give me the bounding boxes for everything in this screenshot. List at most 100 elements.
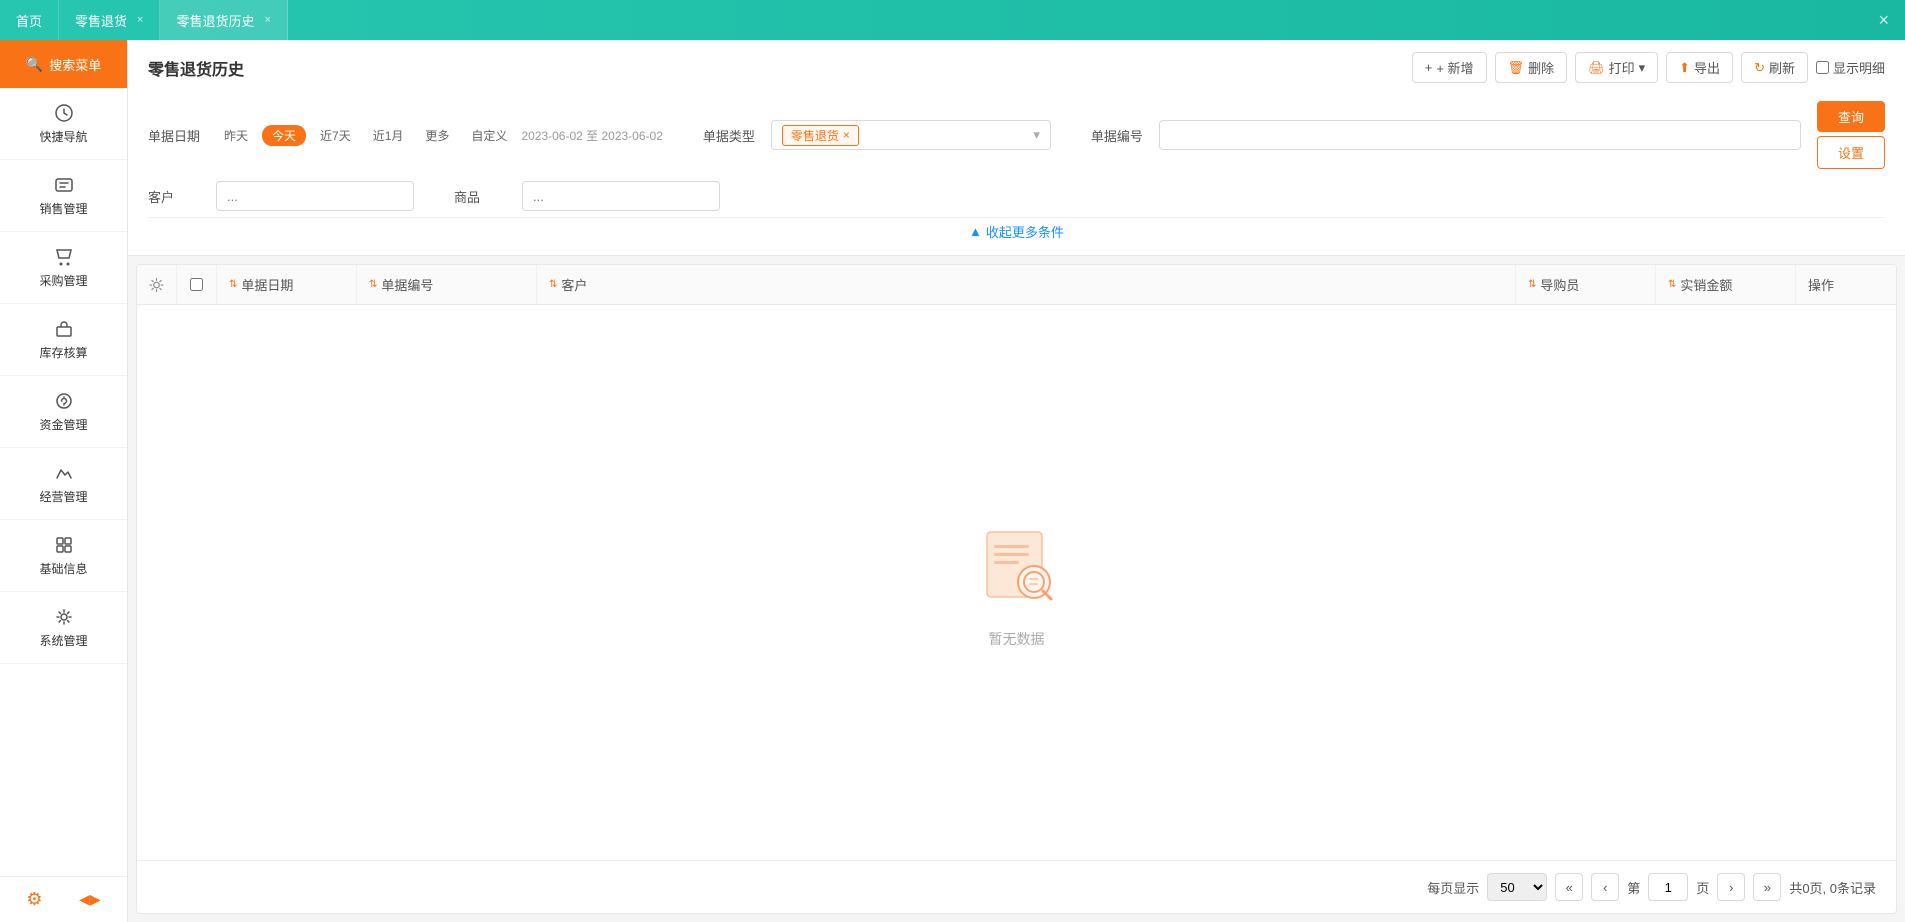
print-icon: 🖨 (1588, 60, 1605, 76)
inventory-icon (53, 318, 75, 340)
page-label-suffix: 页 (1696, 878, 1709, 897)
th-settings[interactable] (137, 265, 177, 304)
table-area: ⇅ 单据日期 ⇅ 单据编号 ⇅ 客户 ⇅ 导购员 ⇅ 实销金额 (136, 264, 1897, 914)
tab-retail-return[interactable]: 零售退货 × (59, 0, 160, 40)
display-detail-label: 显示明细 (1833, 58, 1885, 77)
prev-page-button[interactable]: ‹ (1591, 873, 1619, 901)
tab-retail-return-close[interactable]: × (137, 14, 143, 26)
filter-number-item: 单据编号 (1091, 120, 1801, 150)
th-number-label: 单据编号 (381, 275, 433, 294)
tab-home[interactable]: 首页 (0, 0, 59, 40)
customer-input[interactable] (216, 181, 414, 211)
date-btn-7days[interactable]: 近7天 (312, 125, 359, 146)
th-customer-label: 客户 (561, 275, 587, 294)
th-customer[interactable]: ⇅ 客户 (537, 265, 1516, 304)
total-info: 共0页, 0条记录 (1789, 878, 1876, 897)
filter-type-item: 单据类型 零售退货 × ▾ (703, 120, 1051, 150)
th-actions-label: 操作 (1808, 275, 1834, 294)
date-btn-today[interactable]: 今天 (262, 125, 306, 146)
display-detail-checkbox[interactable]: 显示明细 (1816, 58, 1885, 77)
main-layout: 🔍 搜索菜单 快捷导航 销售管理 采购管理 库存核算 (0, 40, 1905, 922)
page-label-prefix: 第 (1627, 878, 1640, 897)
sidebar-item-operations[interactable]: 经营管理 (0, 448, 127, 520)
sidebar-item-purchase[interactable]: 采购管理 (0, 232, 127, 304)
th-amount[interactable]: ⇅ 实销金额 (1656, 265, 1796, 304)
number-input[interactable] (1159, 120, 1801, 150)
collapse-arrow-icon: ▲ (969, 224, 982, 239)
th-guide-label: 导购员 (1540, 275, 1579, 294)
tab-retail-return-label: 零售退货 (75, 11, 127, 30)
sort-icon-guide: ⇅ (1528, 279, 1536, 290)
query-button[interactable]: 查询 (1817, 101, 1885, 132)
th-checkbox[interactable] (177, 265, 217, 304)
settings-gear-icon[interactable]: ⚙ (26, 889, 42, 910)
empty-state: 暂无数据 (137, 305, 1896, 860)
select-all-checkbox[interactable] (190, 278, 203, 291)
collapse-button[interactable]: ▲ 收起更多条件 (148, 217, 1885, 245)
new-icon: + (1425, 60, 1433, 75)
sidebar-toggle-icon[interactable]: ◀▶ (79, 891, 101, 908)
date-btn-custom[interactable]: 自定义 (463, 125, 515, 146)
sort-icon-amount: ⇅ (1668, 279, 1676, 290)
filter-customer-item: 客户 (148, 181, 414, 211)
th-date[interactable]: ⇅ 单据日期 (217, 265, 357, 304)
date-btn-1month[interactable]: 近1月 (365, 125, 412, 146)
settings-button[interactable]: 设置 (1817, 136, 1885, 169)
new-button[interactable]: + + 新增 (1412, 52, 1487, 83)
tab-retail-return-history-close[interactable]: × (264, 14, 270, 26)
display-detail-input[interactable] (1816, 61, 1829, 74)
top-bar: 首页 零售退货 × 零售退货历史 × × (0, 0, 1905, 40)
th-guide[interactable]: ⇅ 导购员 (1516, 265, 1656, 304)
quicknav-icon (53, 102, 75, 124)
refresh-icon: ↻ (1754, 60, 1765, 76)
sidebar-item-inventory[interactable]: 库存核算 (0, 304, 127, 376)
tab-retail-return-history[interactable]: 零售退货历史 × (160, 0, 287, 40)
type-tag-close[interactable]: × (843, 128, 850, 142)
page-number-input[interactable] (1648, 873, 1688, 901)
empty-text: 暂无数据 (989, 629, 1045, 649)
window-close-button[interactable]: × (1862, 10, 1905, 31)
first-page-button[interactable]: « (1555, 873, 1583, 901)
filter-date-item: 单据日期 昨天 今天 近7天 近1月 更多 自定义 2023-06-02 至 2… (148, 125, 663, 146)
sidebar: 🔍 搜索菜单 快捷导航 销售管理 采购管理 库存核算 (0, 40, 128, 922)
refresh-button[interactable]: ↻ 刷新 (1741, 52, 1808, 83)
sidebar-item-finance[interactable]: 资金管理 (0, 376, 127, 448)
th-actions: 操作 (1796, 265, 1896, 304)
system-icon (53, 606, 75, 628)
next-page-button[interactable]: › (1717, 873, 1745, 901)
export-icon: ⬆ (1679, 60, 1690, 76)
type-select[interactable]: 零售退货 × ▾ (771, 120, 1051, 150)
sidebar-item-quicknav[interactable]: 快捷导航 (0, 88, 127, 160)
sidebar-item-basic-label: 基础信息 (39, 560, 87, 577)
pagination: 每页显示 50 10 20 100 « ‹ 第 页 › » 共0页, 0条记录 (137, 860, 1896, 913)
sidebar-item-basic[interactable]: 基础信息 (0, 520, 127, 592)
print-button[interactable]: 🖨 打印 ▾ (1575, 52, 1658, 83)
page-title: 零售退货历史 (148, 56, 244, 80)
filter-row-1: 单据日期 昨天 今天 近7天 近1月 更多 自定义 2023-06-02 至 2… (148, 95, 1885, 175)
date-btn-yesterday[interactable]: 昨天 (216, 125, 256, 146)
sort-icon-number: ⇅ (369, 279, 377, 290)
print-label: 打印 (1609, 58, 1635, 77)
delete-button[interactable]: 🗑 删除 (1495, 52, 1568, 83)
content-area: 零售退货历史 + + 新增 🗑 删除 🖨 打印 ▾ (128, 40, 1905, 922)
page-size-select[interactable]: 50 10 20 100 (1487, 873, 1547, 901)
last-page-button[interactable]: » (1753, 873, 1781, 901)
new-label: + 新增 (1436, 58, 1473, 77)
sidebar-search[interactable]: 🔍 搜索菜单 (0, 40, 127, 88)
date-btn-more[interactable]: 更多 (417, 125, 457, 146)
sidebar-item-system[interactable]: 系统管理 (0, 592, 127, 664)
print-chevron-icon: ▾ (1639, 60, 1646, 76)
type-filter-label: 单据类型 (703, 126, 763, 145)
export-button[interactable]: ⬆ 导出 (1666, 52, 1733, 83)
basic-icon (53, 534, 75, 556)
th-number[interactable]: ⇅ 单据编号 (357, 265, 537, 304)
goods-input[interactable] (522, 181, 720, 211)
sales-icon (53, 174, 75, 196)
sidebar-item-sales[interactable]: 销售管理 (0, 160, 127, 232)
empty-icon (967, 517, 1067, 617)
th-amount-label: 实销金额 (1680, 275, 1732, 294)
sort-icon-date: ⇅ (229, 279, 237, 290)
filter-area: 单据日期 昨天 今天 近7天 近1月 更多 自定义 2023-06-02 至 2… (148, 95, 1885, 255)
date-filter-label: 单据日期 (148, 126, 208, 145)
collapse-label: 收起更多条件 (986, 222, 1064, 241)
